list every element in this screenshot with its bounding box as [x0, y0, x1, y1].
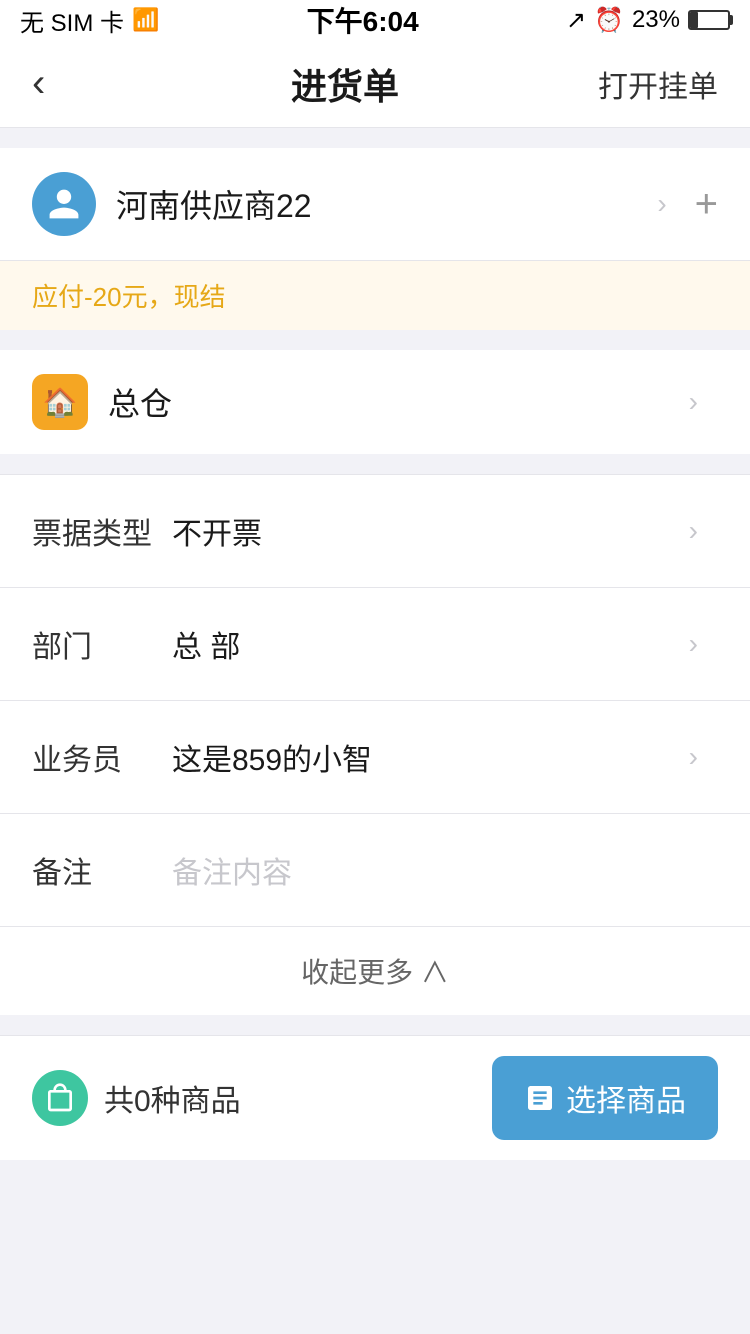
- remark-row[interactable]: 备注 备注内容: [0, 813, 750, 926]
- remark-label: 备注: [32, 848, 172, 892]
- department-label: 部门: [32, 622, 172, 666]
- form-section: 票据类型 不开票 › 部门 总 部 › 业务员 这是859的小智 › 备注 备注…: [0, 474, 750, 1015]
- add-supplier-button[interactable]: +: [695, 182, 718, 227]
- invoice-type-value: 不开票: [172, 509, 689, 553]
- supplier-chevron-icon: ›: [657, 188, 666, 220]
- remark-value[interactable]: 备注内容: [172, 848, 718, 892]
- product-bag-icon: [32, 1070, 88, 1126]
- status-right: ↗ ⏰ 23%: [566, 6, 730, 35]
- section-gap-3: [0, 454, 750, 474]
- carrier-label: 无 SIM 卡: [20, 3, 124, 38]
- department-value: 总 部: [172, 622, 689, 666]
- supplier-name: 河南供应商22: [116, 181, 657, 227]
- page-title: 进货单: [291, 58, 399, 110]
- person-icon: [46, 186, 82, 222]
- select-product-label: 选择商品: [566, 1076, 686, 1120]
- wifi-icon: 📶: [132, 7, 159, 33]
- status-left: 无 SIM 卡 📶: [20, 3, 159, 38]
- warehouse-row[interactable]: 🏠 总仓 ›: [0, 350, 750, 454]
- open-pending-button[interactable]: 打开挂单: [598, 62, 718, 106]
- select-product-button[interactable]: 选择商品: [492, 1056, 718, 1140]
- invoice-type-label: 票据类型: [32, 509, 172, 553]
- warehouse-section: 🏠 总仓 ›: [0, 350, 750, 454]
- status-bar: 无 SIM 卡 📶 下午6:04 ↗ ⏰ 23%: [0, 0, 750, 40]
- supplier-avatar: [32, 172, 96, 236]
- sales-person-chevron-icon: ›: [689, 741, 698, 773]
- supplier-section: 河南供应商22 › + 应付-20元，现结: [0, 148, 750, 330]
- invoice-type-row[interactable]: 票据类型 不开票 ›: [0, 474, 750, 587]
- product-count-text: 共0种商品: [104, 1076, 241, 1120]
- back-button[interactable]: ‹: [32, 61, 92, 106]
- sales-person-label: 业务员: [32, 735, 172, 779]
- select-product-icon: [524, 1082, 556, 1114]
- battery-percent: 23%: [632, 6, 680, 34]
- sales-person-row[interactable]: 业务员 这是859的小智 ›: [0, 700, 750, 813]
- sales-person-value: 这是859的小智: [172, 735, 689, 779]
- department-chevron-icon: ›: [689, 628, 698, 660]
- department-row[interactable]: 部门 总 部 ›: [0, 587, 750, 700]
- warehouse-chevron-icon: ›: [689, 386, 698, 418]
- section-gap-1: [0, 128, 750, 148]
- section-gap-2: [0, 330, 750, 350]
- product-count-wrapper: 共0种商品: [32, 1070, 241, 1126]
- notice-banner: 应付-20元，现结: [0, 261, 750, 330]
- collapse-button[interactable]: 收起更多 ∧: [0, 926, 750, 1015]
- invoice-type-chevron-icon: ›: [689, 515, 698, 547]
- nav-bar: ‹ 进货单 打开挂单: [0, 40, 750, 128]
- supplier-row[interactable]: 河南供应商22 › +: [0, 148, 750, 261]
- status-time: 下午6:04: [307, 0, 419, 40]
- warehouse-icon: 🏠: [32, 374, 88, 430]
- battery-icon: [688, 10, 730, 30]
- collapse-label: 收起更多 ∧: [301, 951, 449, 991]
- warehouse-name: 总仓: [108, 379, 689, 425]
- location-icon: ↗: [566, 6, 586, 35]
- alarm-icon: ⏰: [594, 6, 624, 35]
- bottom-bar: 共0种商品 选择商品: [0, 1035, 750, 1160]
